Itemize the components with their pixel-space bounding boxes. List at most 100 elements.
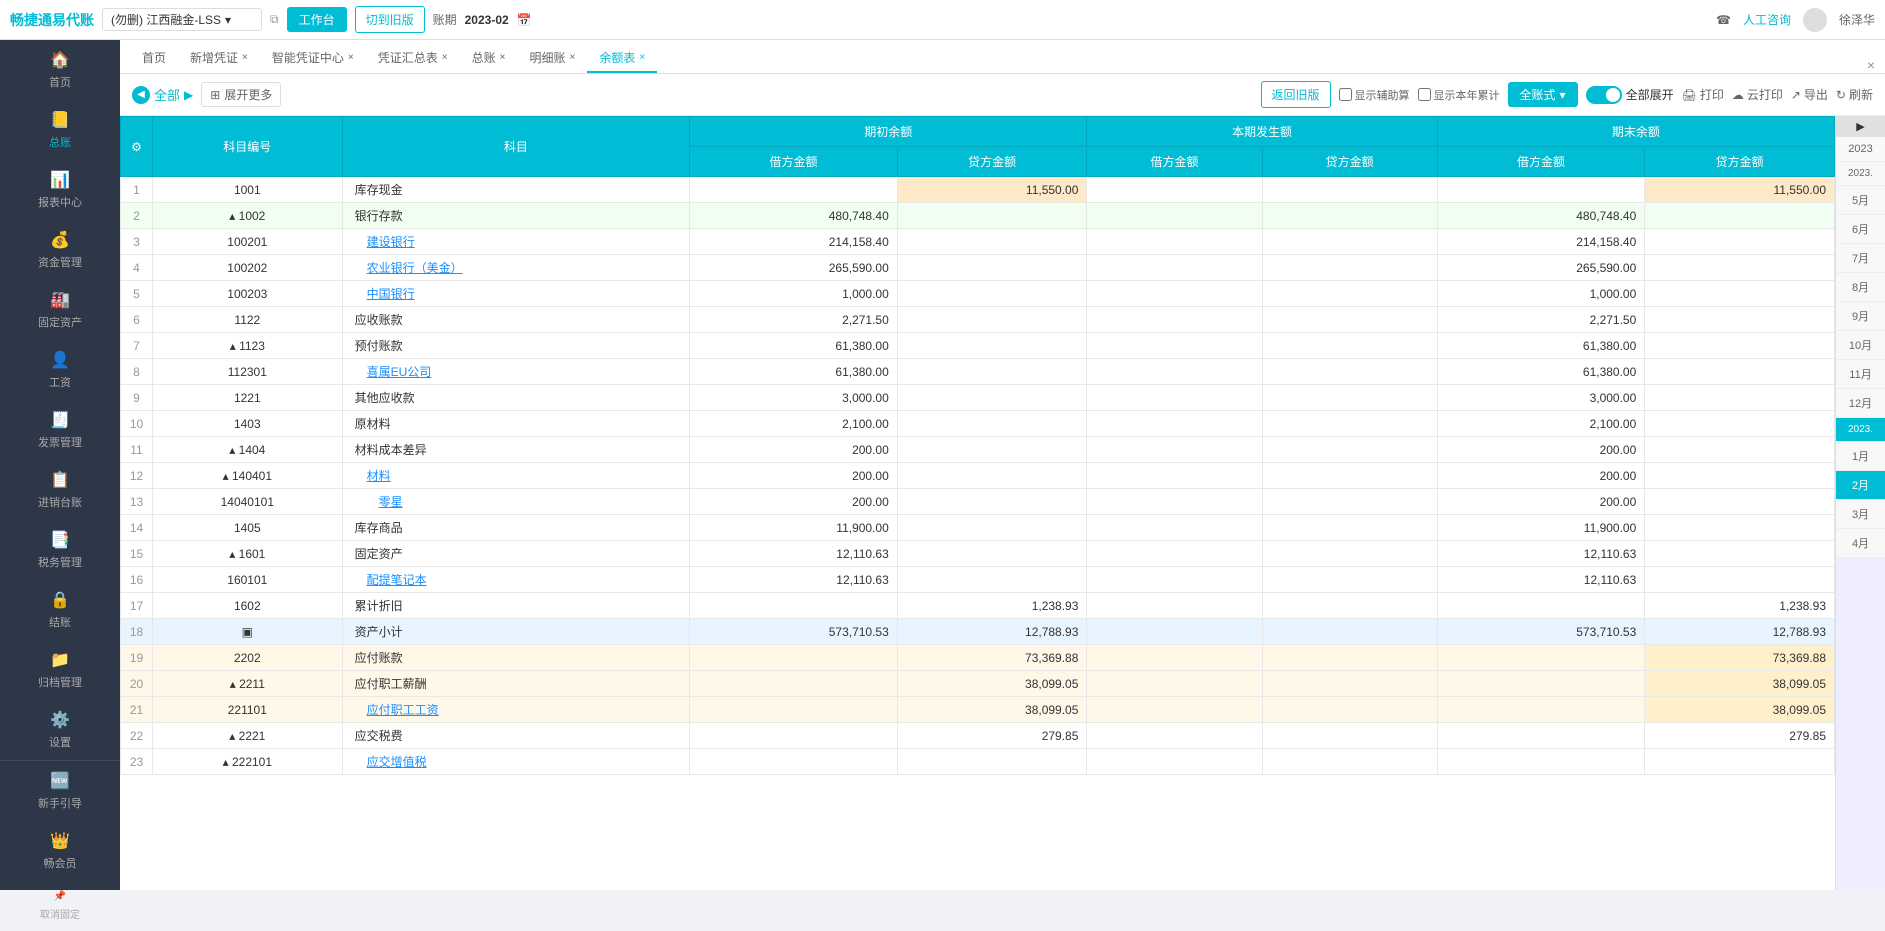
refresh-button[interactable]: ↻ 刷新: [1836, 86, 1873, 103]
name-cell[interactable]: 库存商品: [342, 515, 690, 541]
name-cell[interactable]: 应付职工工资: [342, 697, 690, 723]
right-panel-month-2-active[interactable]: 2月: [1836, 471, 1885, 500]
table-row[interactable]: 171602累计折旧1,238.931,238.93: [121, 593, 1835, 619]
right-panel-scroll-dot[interactable]: [1836, 558, 1885, 890]
table-row[interactable]: 21 221101应付职工工资38,099.0538,099.05: [121, 697, 1835, 723]
close-all-tabs[interactable]: ×: [1867, 57, 1885, 73]
right-panel-month-7[interactable]: 7月: [1836, 244, 1885, 273]
balance-table-container[interactable]: ⚙ 科目编号 科目 期初余额 本期发生额 期末余额 借方金额 贷方金额 借方金额…: [120, 116, 1835, 890]
sidebar-item-member[interactable]: 👑 畅会员: [0, 821, 120, 881]
expand-more-button[interactable]: ⊞ 展开更多: [201, 82, 281, 107]
name-cell[interactable]: 配提笔记本: [342, 567, 690, 593]
consult-btn[interactable]: 人工咨询: [1743, 11, 1791, 28]
right-panel-month-6[interactable]: 6月: [1836, 215, 1885, 244]
right-panel-month-11[interactable]: 11月: [1836, 360, 1885, 389]
name-cell[interactable]: 农业银行（美金）: [342, 255, 690, 281]
gear-column-header[interactable]: ⚙: [121, 117, 153, 177]
table-row[interactable]: 16 160101配提笔记本12,110.6312,110.63: [121, 567, 1835, 593]
right-panel-month-12[interactable]: 12月: [1836, 389, 1885, 418]
sidebar-item-funds[interactable]: 💰 资金管理: [0, 220, 120, 280]
tab-voucher-summary-close[interactable]: ×: [442, 52, 448, 63]
table-row[interactable]: 12▴ 140401材料200.00200.00: [121, 463, 1835, 489]
sidebar-item-reports[interactable]: 📊 报表中心: [0, 160, 120, 220]
name-cell[interactable]: 资产小计: [342, 619, 690, 645]
right-panel-month-5[interactable]: 5月: [1836, 186, 1885, 215]
copy-icon[interactable]: ⧉: [270, 12, 279, 27]
sidebar-item-payroll[interactable]: 👤 工资: [0, 340, 120, 400]
name-cell[interactable]: 零星: [342, 489, 690, 515]
right-panel-month-3[interactable]: 3月: [1836, 500, 1885, 529]
table-row[interactable]: 15▴ 1601固定资产12,110.6312,110.63: [121, 541, 1835, 567]
name-cell[interactable]: 库存现金: [342, 177, 690, 203]
right-panel-year-label[interactable]: 2023.: [1836, 162, 1885, 186]
right-panel-month-9[interactable]: 9月: [1836, 302, 1885, 331]
name-cell[interactable]: 原材料: [342, 411, 690, 437]
right-panel-month-8[interactable]: 8月: [1836, 273, 1885, 302]
table-row[interactable]: 20▴ 2211应付职工薪酬38,099.0538,099.05: [121, 671, 1835, 697]
name-cell[interactable]: 喜属EU公司: [342, 359, 690, 385]
table-row[interactable]: 22▴ 2221应交税费279.85279.85: [121, 723, 1835, 749]
show-aux-checkbox[interactable]: 显示辅助算: [1339, 87, 1410, 103]
export-button[interactable]: ↗ 导出: [1791, 86, 1828, 103]
table-row[interactable]: 13 14040101零星200.00200.00: [121, 489, 1835, 515]
right-panel-toggle[interactable]: ▶: [1836, 116, 1885, 137]
tab-voucher-summary[interactable]: 凭证汇总表 ×: [366, 44, 460, 73]
sidebar-item-settings[interactable]: ⚙️ 设置: [0, 700, 120, 760]
sidebar-item-home[interactable]: 🏠 首页: [0, 40, 120, 100]
name-cell[interactable]: 应付职工薪酬: [342, 671, 690, 697]
name-cell[interactable]: 应交税费: [342, 723, 690, 749]
right-panel-year-2023-active[interactable]: 2023.: [1836, 418, 1885, 442]
breadcrumb-back[interactable]: ◀: [132, 86, 150, 104]
table-row[interactable]: 91221其他应收款3,000.003,000.00: [121, 385, 1835, 411]
name-cell[interactable]: 预付账款: [342, 333, 690, 359]
show-ytd-checkbox[interactable]: 显示本年累计: [1418, 87, 1500, 103]
table-row[interactable]: 23▴ 222101应交增值税: [121, 749, 1835, 775]
show-aux-input[interactable]: [1339, 88, 1352, 101]
table-row[interactable]: 8 112301喜属EU公司61,380.0061,380.00: [121, 359, 1835, 385]
table-row[interactable]: 101403原材料2,100.002,100.00: [121, 411, 1835, 437]
breadcrumb-all[interactable]: 全部: [154, 85, 180, 104]
table-row[interactable]: 18▣资产小计573,710.5312,788.93573,710.5312,7…: [121, 619, 1835, 645]
table-row[interactable]: 11▴ 1404材料成本差异200.00200.00: [121, 437, 1835, 463]
right-panel-month-1[interactable]: 1月: [1836, 442, 1885, 471]
sidebar-item-pin[interactable]: 📌 取消固定: [0, 881, 120, 931]
company-selector[interactable]: (勿删) 江西融金-LSS ▾: [102, 8, 262, 31]
name-cell[interactable]: 材料成本差异: [342, 437, 690, 463]
cloud-print-button[interactable]: ☁ 云打印: [1732, 86, 1783, 103]
name-cell[interactable]: 应收账款: [342, 307, 690, 333]
toggle-switch-control[interactable]: [1586, 86, 1622, 104]
table-row[interactable]: 141405库存商品11,900.0011,900.00: [121, 515, 1835, 541]
sidebar-item-archive[interactable]: 📁 归档管理: [0, 640, 120, 700]
name-cell[interactable]: 材料: [342, 463, 690, 489]
table-row[interactable]: 192202应付账款73,369.8873,369.88: [121, 645, 1835, 671]
sidebar-item-close[interactable]: 🔒 结账: [0, 580, 120, 640]
table-row[interactable]: 2▴ 1002银行存款480,748.40480,748.40: [121, 203, 1835, 229]
sidebar-item-assets[interactable]: 🏭 固定资产: [0, 280, 120, 340]
name-cell[interactable]: 其他应收款: [342, 385, 690, 411]
right-panel-month-10[interactable]: 10月: [1836, 331, 1885, 360]
table-row[interactable]: 5 100203中国银行1,000.001,000.00: [121, 281, 1835, 307]
tab-detail[interactable]: 明细账 ×: [517, 44, 587, 73]
print-button[interactable]: 🖨 打印: [1682, 86, 1724, 103]
sidebar-item-tax[interactable]: 📑 税务管理: [0, 520, 120, 580]
sidebar-item-purchase[interactable]: 📋 进销台账: [0, 460, 120, 520]
name-cell[interactable]: 累计折旧: [342, 593, 690, 619]
tab-balance[interactable]: 余额表 ×: [587, 44, 657, 73]
sidebar-item-guide[interactable]: 🆕 新手引导: [0, 761, 120, 821]
name-cell[interactable]: 建设银行: [342, 229, 690, 255]
tab-detail-close[interactable]: ×: [569, 52, 575, 63]
name-cell[interactable]: 固定资产: [342, 541, 690, 567]
calendar-icon[interactable]: 📅: [517, 13, 532, 27]
right-panel-month-4[interactable]: 4月: [1836, 529, 1885, 558]
workbench-button[interactable]: 工作台: [287, 7, 347, 32]
table-row[interactable]: 4 100202农业银行（美金）265,590.00265,590.00: [121, 255, 1835, 281]
sidebar-item-ledger[interactable]: 📒 总账: [0, 100, 120, 160]
return-old-version-button[interactable]: 返回旧版: [1261, 81, 1331, 108]
show-ytd-input[interactable]: [1418, 88, 1431, 101]
tab-home[interactable]: 首页: [130, 44, 178, 73]
table-row[interactable]: 7▴ 1123预付账款61,380.0061,380.00: [121, 333, 1835, 359]
name-cell[interactable]: 应付账款: [342, 645, 690, 671]
settings-gear-icon[interactable]: ⚙: [131, 140, 142, 154]
name-cell[interactable]: 中国银行: [342, 281, 690, 307]
tab-ledger-close[interactable]: ×: [500, 52, 506, 63]
